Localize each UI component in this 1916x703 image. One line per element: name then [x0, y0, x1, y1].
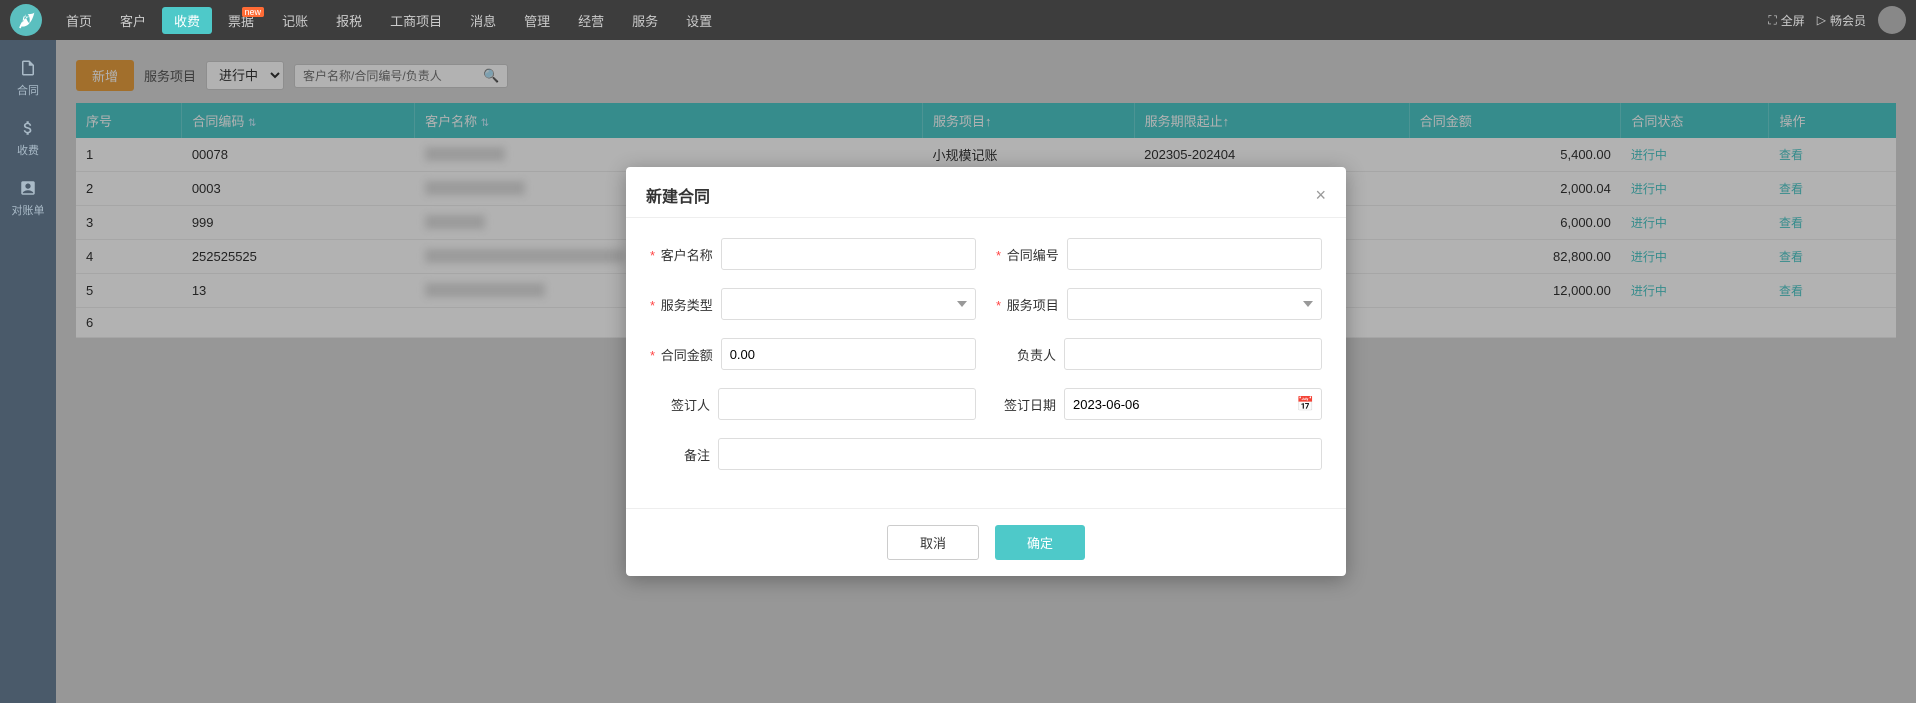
- avatar[interactable]: [1878, 6, 1906, 34]
- required-star-3: *: [650, 298, 655, 313]
- form-group-sign-date: 签订日期 📅: [996, 388, 1322, 420]
- amount-label: * 合同金额: [650, 345, 713, 364]
- contract-icon: [18, 58, 38, 78]
- nav-manage[interactable]: 管理: [512, 7, 562, 34]
- modal-close-button[interactable]: ×: [1315, 185, 1326, 206]
- sidebar-item-contract[interactable]: 合同: [0, 50, 56, 106]
- nav-fee[interactable]: 收费: [162, 7, 212, 34]
- nav-message[interactable]: 消息: [458, 7, 508, 34]
- sign-date-wrapper: 📅: [1064, 388, 1322, 420]
- sidebar-item-statement[interactable]: 对账单: [0, 170, 56, 226]
- required-star-5: *: [650, 348, 655, 363]
- required-star: *: [650, 248, 655, 263]
- new-badge: new: [242, 7, 265, 17]
- nav-ticket[interactable]: 票据 new: [216, 7, 266, 34]
- responsible-label: 负责人: [996, 345, 1056, 364]
- fullscreen-button[interactable]: ⛶ 全屏: [1768, 12, 1804, 29]
- form-row-4: 签订人 签订日期 📅: [650, 388, 1322, 420]
- form-group-contract-no: * 合同编号: [996, 238, 1322, 270]
- service-item-select[interactable]: [1067, 288, 1322, 320]
- customer-name-label: * 客户名称: [650, 245, 713, 264]
- nav-settings[interactable]: 设置: [674, 7, 724, 34]
- service-item-label: * 服务项目: [996, 295, 1059, 314]
- form-group-amount: * 合同金额: [650, 338, 976, 370]
- contract-no-label: * 合同编号: [996, 245, 1059, 264]
- service-type-select[interactable]: [721, 288, 976, 320]
- nav-service[interactable]: 服务: [620, 7, 670, 34]
- sign-date-label: 签订日期: [996, 395, 1056, 414]
- form-row-3: * 合同金额 负责人: [650, 338, 1322, 370]
- required-star-4: *: [996, 298, 1001, 313]
- form-group-responsible: 负责人: [996, 338, 1322, 370]
- required-star-2: *: [996, 248, 1001, 263]
- contract-no-input[interactable]: [1067, 238, 1322, 270]
- sidebar-item-fee[interactable]: 收费: [0, 110, 56, 166]
- nav-customer[interactable]: 客户: [108, 7, 158, 34]
- service-type-label: * 服务类型: [650, 295, 713, 314]
- main-layout: 合同 收费 对账单 新增 服务项目 进行中 已完成 已取消: [0, 40, 1916, 703]
- nav-home[interactable]: 首页: [54, 7, 104, 34]
- nav-operation[interactable]: 经营: [566, 7, 616, 34]
- form-row-2: * 服务类型 * 服务项目: [650, 288, 1322, 320]
- modal-overlay[interactable]: 新建合同 × * 客户名称: [56, 40, 1916, 703]
- remark-label: 备注: [650, 445, 710, 464]
- app-logo: [10, 4, 42, 36]
- form-group-remark: 备注: [650, 438, 1322, 470]
- form-group-service-type: * 服务类型: [650, 288, 976, 320]
- confirm-button[interactable]: 确定: [995, 525, 1085, 560]
- cancel-button[interactable]: 取消: [887, 525, 979, 560]
- modal-body: * 客户名称 * 合同编号: [626, 218, 1346, 508]
- contract-amount-input[interactable]: [721, 338, 976, 370]
- form-row-5: 备注: [650, 438, 1322, 470]
- remark-input[interactable]: [718, 438, 1322, 470]
- statement-icon: [18, 178, 38, 198]
- modal-footer: 取消 确定: [626, 508, 1346, 576]
- sign-date-input[interactable]: [1064, 388, 1322, 420]
- responsible-input[interactable]: [1064, 338, 1322, 370]
- sidebar: 合同 收费 对账单: [0, 40, 56, 703]
- nav-accounting[interactable]: 记账: [270, 7, 320, 34]
- calendar-icon[interactable]: 📅: [1297, 396, 1314, 413]
- modal-title: 新建合同: [646, 183, 710, 207]
- customer-name-input[interactable]: [721, 238, 976, 270]
- top-nav-right: ⛶ 全屏 ▷ 畅会员: [1768, 6, 1906, 34]
- top-navigation: 首页 客户 收费 票据 new 记账 报税 工商项目 消息 管理 经营 服务 设…: [0, 0, 1916, 40]
- nav-tax[interactable]: 报税: [324, 7, 374, 34]
- fee-icon: [18, 118, 38, 138]
- content-area: 新增 服务项目 进行中 已完成 已取消 🔍 序号 合同编码 ⇅: [56, 40, 1916, 703]
- create-contract-modal: 新建合同 × * 客户名称: [626, 167, 1346, 576]
- form-group-customer-name: * 客户名称: [650, 238, 976, 270]
- form-row-1: * 客户名称 * 合同编号: [650, 238, 1322, 270]
- form-group-service-item: * 服务项目: [996, 288, 1322, 320]
- signer-label: 签订人: [650, 395, 710, 414]
- form-group-signer: 签订人: [650, 388, 976, 420]
- modal-header: 新建合同 ×: [626, 167, 1346, 218]
- fullscreen-icon: ⛶: [1768, 13, 1776, 28]
- nav-business[interactable]: 工商项目: [378, 7, 454, 34]
- member-button[interactable]: ▷ 畅会员: [1817, 12, 1866, 29]
- signer-input[interactable]: [718, 388, 976, 420]
- play-icon: ▷: [1817, 13, 1826, 27]
